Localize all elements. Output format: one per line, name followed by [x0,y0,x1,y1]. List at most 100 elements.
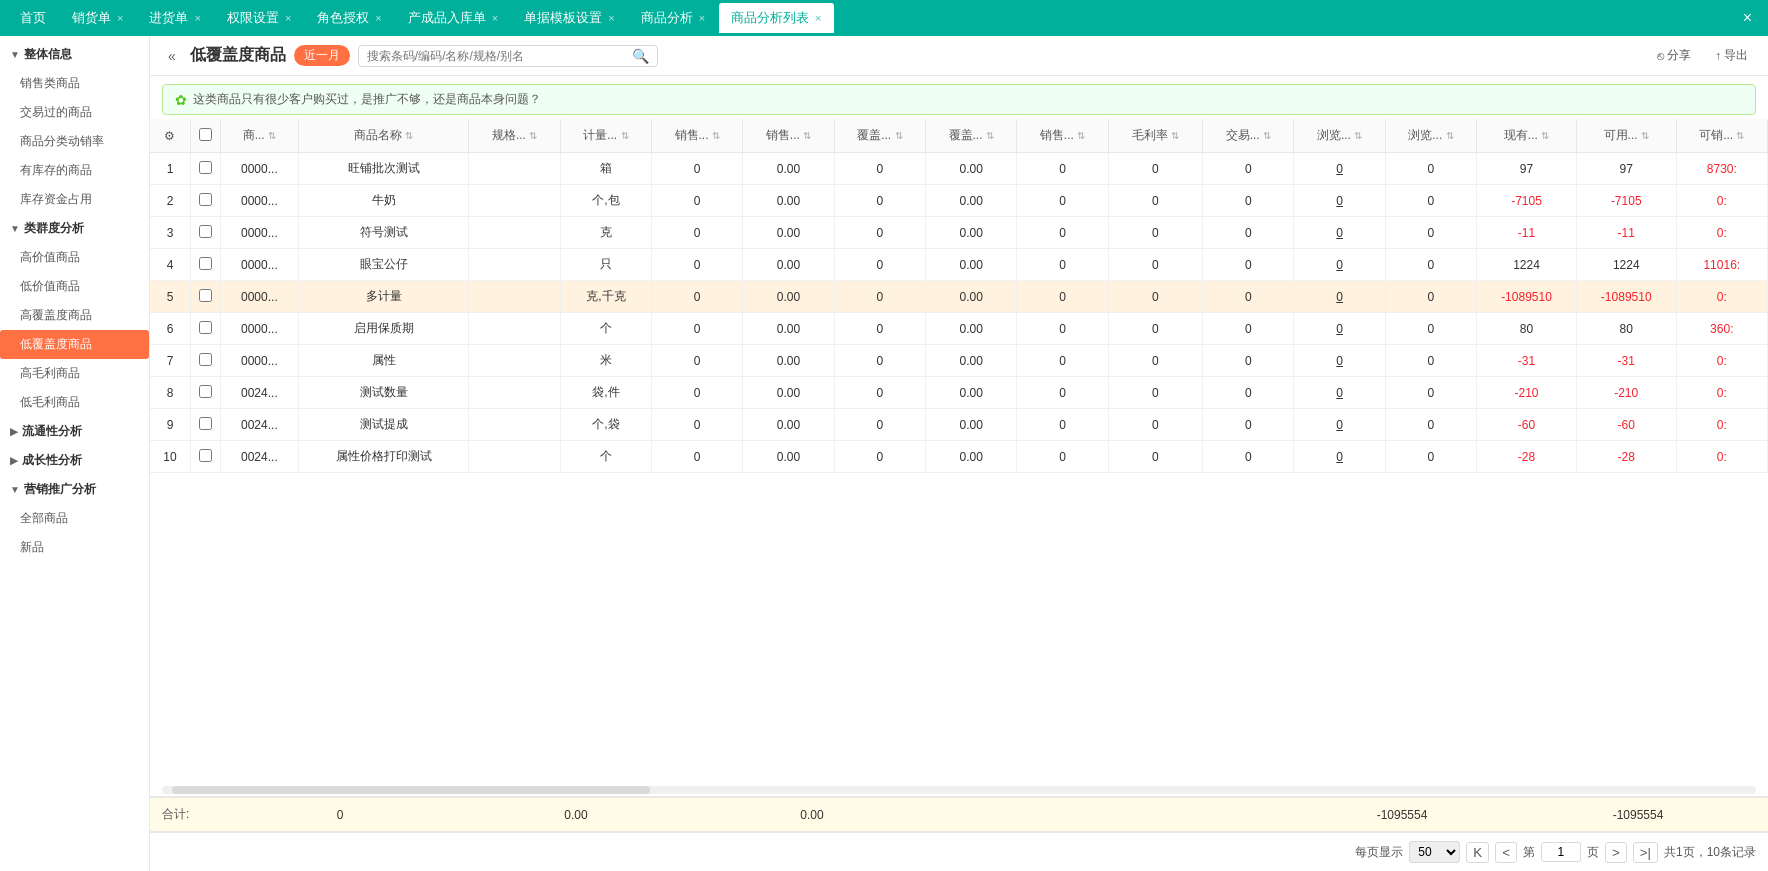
sidebar-item-category-rate[interactable]: 商品分类动销率 [0,127,149,156]
row-sales-amt: 0.00 [743,345,834,377]
close-analysis-icon[interactable]: × [699,12,705,24]
settings-icon[interactable]: ⚙ [164,129,175,143]
nav-item-analysis-list[interactable]: 商品分析列表 × [719,3,833,33]
sidebar-item-low-margin[interactable]: 低毛利商品 [0,388,149,417]
close-template-icon[interactable]: × [608,12,614,24]
sidebar-item-with-stock[interactable]: 有库存的商品 [0,156,149,185]
row-checkbox[interactable] [190,441,220,473]
search-box: 🔍 [358,45,658,67]
row-spec [469,249,560,281]
sidebar-section-class[interactable]: ▼ 类群度分析 [0,214,149,243]
row-view1[interactable]: 0 [1294,313,1385,345]
unit-column-header: 计量... ⇅ [560,119,651,153]
row-view1[interactable]: 0 [1294,249,1385,281]
row-checkbox[interactable] [190,377,220,409]
table-row: 10 0024... 属性价格打印测试 个 0 0.00 0 0.00 0 0 … [150,441,1768,473]
sidebar-item-high-coverage[interactable]: 高覆盖度商品 [0,301,149,330]
scrollbar-thumb[interactable] [172,786,650,794]
sidebar-section-flow[interactable]: ▶ 流通性分析 [0,417,149,446]
row-stock3: 0: [1676,441,1767,473]
nav-item-analysis[interactable]: 商品分析 × [629,3,717,33]
sidebar-item-traded-goods[interactable]: 交易过的商品 [0,98,149,127]
page-size-select[interactable]: 50 20 100 [1409,841,1460,863]
close-product-entry-icon[interactable]: × [492,12,498,24]
next-page-button[interactable]: > [1605,842,1627,863]
time-filter-button[interactable]: 近一月 [294,45,350,66]
row-stock1: -11 [1477,217,1577,249]
nav-item-product-entry[interactable]: 产成品入库单 × [396,3,510,33]
search-input[interactable] [367,49,632,63]
cover1-column-header: 覆盖... ⇅ [834,119,925,153]
row-view1[interactable]: 0 [1294,441,1385,473]
nav-item-sales[interactable]: 销货单 × [60,3,135,33]
row-name: 多计量 [298,281,469,313]
row-stock1: -60 [1477,409,1577,441]
row-sales-qty: 0 [652,249,743,281]
close-purchase-icon[interactable]: × [194,12,200,24]
nav-item-template[interactable]: 单据模板设置 × [512,3,626,33]
settings-column-header[interactable]: ⚙ [150,119,190,153]
row-stock3: 0: [1676,377,1767,409]
sidebar: ▼ 整体信息 销售类商品 交易过的商品 商品分类动销率 有库存的商品 库存资金占… [0,36,150,871]
row-view1[interactable]: 0 [1294,377,1385,409]
row-view2: 0 [1385,313,1476,345]
row-view1[interactable]: 0 [1294,153,1385,185]
row-stock3: 0: [1676,217,1767,249]
sidebar-item-low-coverage[interactable]: 低覆盖度商品 [0,330,149,359]
nav-item-purchase[interactable]: 进货单 × [137,3,212,33]
export-button[interactable]: ↑ 导出 [1707,44,1756,67]
sidebar-item-new-goods[interactable]: 新品 [0,533,149,562]
row-stock3: 0: [1676,345,1767,377]
sidebar-item-sales-goods[interactable]: 销售类商品 [0,69,149,98]
sidebar-section-marketing[interactable]: ▼ 营销推广分析 [0,475,149,504]
nav-item-home[interactable]: 首页 [8,3,58,33]
row-checkbox[interactable] [190,153,220,185]
close-sales-icon[interactable]: × [117,12,123,24]
name-column-header: 商品名称 ⇅ [298,119,469,153]
row-sales3: 0 [1017,217,1108,249]
row-sales-qty: 0 [652,409,743,441]
sidebar-item-stock-capital[interactable]: 库存资金占用 [0,185,149,214]
row-cover1: 0 [834,185,925,217]
select-all-checkbox[interactable] [199,128,212,141]
row-view1[interactable]: 0 [1294,217,1385,249]
nav-close-all-button[interactable]: × [1735,5,1760,31]
first-page-button[interactable]: K [1466,842,1489,863]
sidebar-section-overall[interactable]: ▼ 整体信息 [0,40,149,69]
share-icon: ⎋ [1657,49,1664,63]
sidebar-item-low-value[interactable]: 低价值商品 [0,272,149,301]
row-checkbox[interactable] [190,281,220,313]
row-checkbox[interactable] [190,345,220,377]
row-checkbox[interactable] [190,249,220,281]
sales-amt-column-header: 销售... ⇅ [743,119,834,153]
row-checkbox[interactable] [190,185,220,217]
sidebar-section-growth[interactable]: ▶ 成长性分析 [0,446,149,475]
row-view1[interactable]: 0 [1294,409,1385,441]
spec-column-header: 规格... ⇅ [469,119,560,153]
close-analysis-list-icon[interactable]: × [815,12,821,24]
row-view1[interactable]: 0 [1294,345,1385,377]
checkbox-column-header[interactable] [190,119,220,153]
close-role-icon[interactable]: × [375,12,381,24]
sidebar-item-all-goods[interactable]: 全部商品 [0,504,149,533]
data-table-container: ⚙ 商... ⇅ 商品名称 ⇅ 规格... ⇅ 计量... ⇅ 销售... ⇅ … [150,119,1768,784]
nav-item-permission[interactable]: 权限设置 × [215,3,303,33]
prev-page-button[interactable]: < [1495,842,1517,863]
close-permission-icon[interactable]: × [285,12,291,24]
share-button[interactable]: ⎋ 分享 [1649,44,1699,67]
row-sales-amt: 0.00 [743,153,834,185]
row-view1[interactable]: 0 [1294,281,1385,313]
row-checkbox[interactable] [190,409,220,441]
nav-item-role[interactable]: 角色授权 × [305,3,393,33]
horizontal-scrollbar[interactable] [162,786,1756,794]
row-checkbox[interactable] [190,313,220,345]
last-page-button[interactable]: >| [1633,842,1658,863]
row-num: 1 [150,153,190,185]
row-checkbox[interactable] [190,217,220,249]
current-page-input[interactable] [1541,842,1581,862]
row-view2: 0 [1385,441,1476,473]
sidebar-item-high-margin[interactable]: 高毛利商品 [0,359,149,388]
row-view1[interactable]: 0 [1294,185,1385,217]
collapse-button[interactable]: « [162,46,182,66]
sidebar-item-high-value[interactable]: 高价值商品 [0,243,149,272]
